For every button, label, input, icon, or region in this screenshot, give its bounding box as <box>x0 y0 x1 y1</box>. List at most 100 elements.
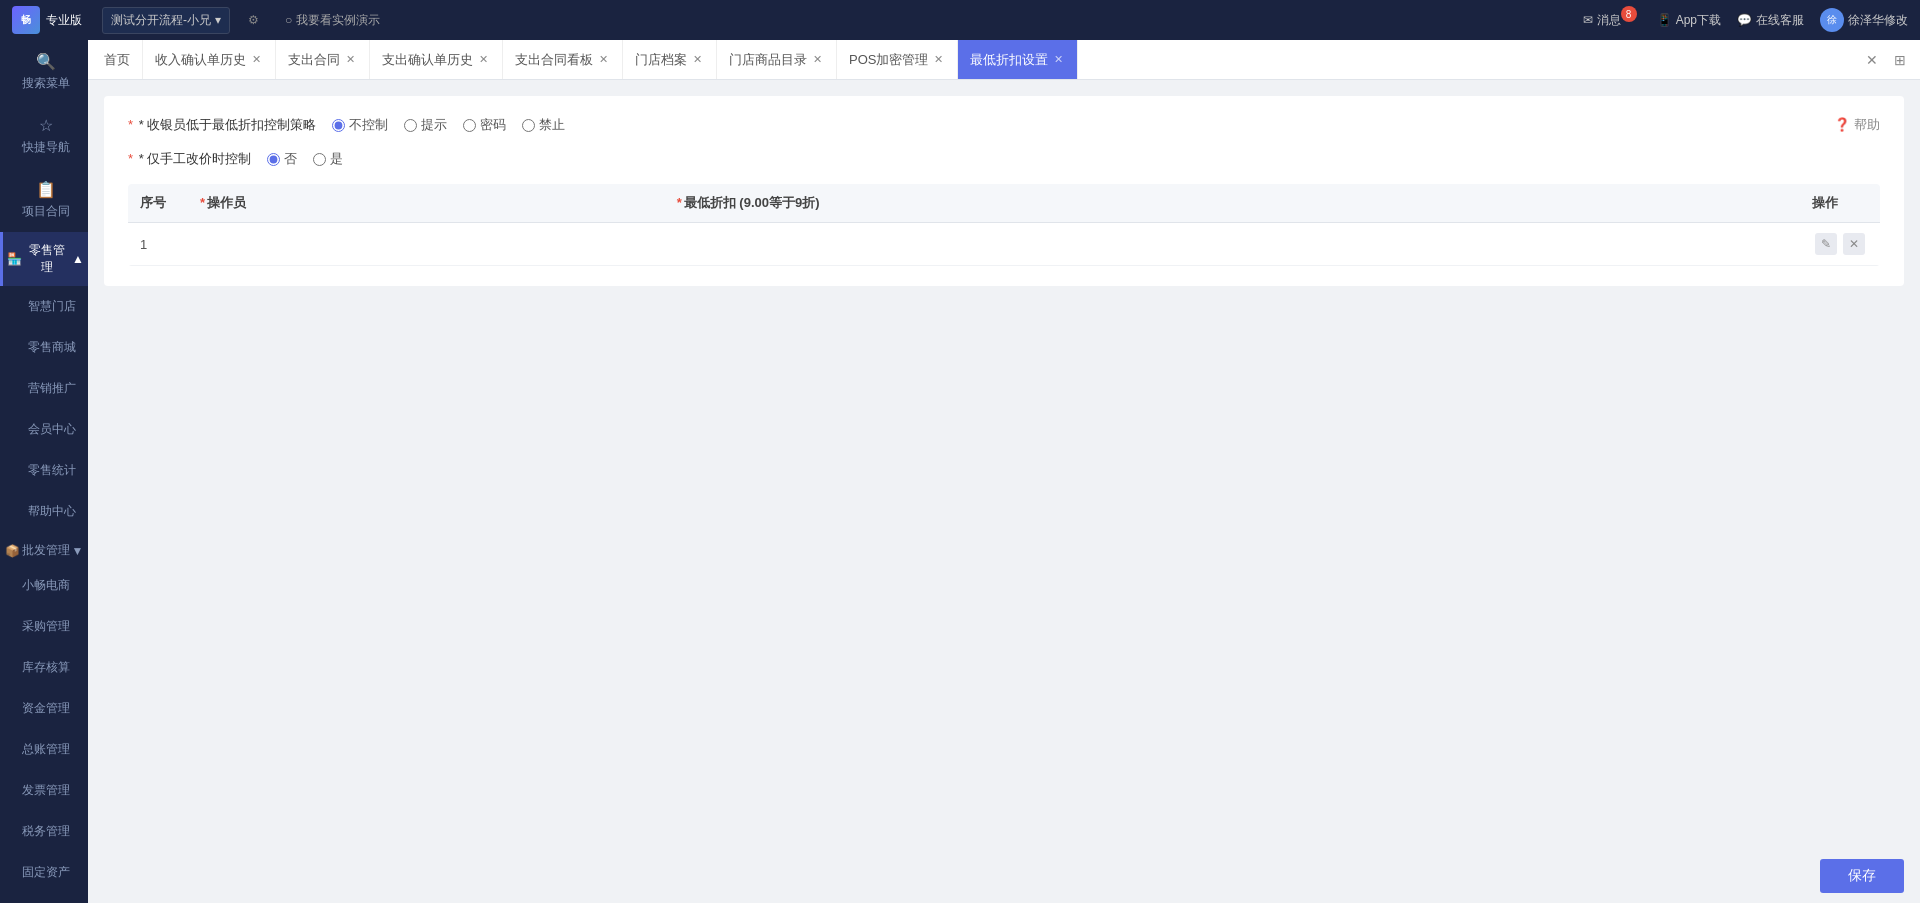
save-button[interactable]: 保存 <box>1820 859 1904 893</box>
demo-icon: ○ <box>285 13 292 27</box>
seq-cell: 1 <box>128 223 188 266</box>
sidebar-item-ecommerce[interactable]: 小畅电商 <box>0 565 88 606</box>
user-profile-btn[interactable]: 徐 徐泽华修改 <box>1820 8 1908 32</box>
help-icon[interactable]: ❓ 帮助 <box>1834 116 1880 134</box>
sidebar-item-invoice[interactable]: 发票管理 <box>0 770 88 811</box>
tab-payment-history[interactable]: 支出确认单历史 ✕ <box>370 40 503 80</box>
sidebar-item-retail-mall[interactable]: 零售商城 <box>0 327 88 368</box>
demo-text: 我要看实例演示 <box>296 12 380 29</box>
download-icon: 📱 <box>1657 13 1672 27</box>
sidebar-item-member-center[interactable]: 会员中心 <box>0 409 88 450</box>
message-badge: 8 <box>1621 6 1637 22</box>
sidebar-item-fixed-assets[interactable]: 固定资产 <box>0 852 88 893</box>
online-service-label: 在线客服 <box>1756 12 1804 29</box>
operator-cell <box>188 223 665 266</box>
app-download-btn[interactable]: 📱 App下载 <box>1657 12 1721 29</box>
sidebar-item-label: 发票管理 <box>22 782 70 799</box>
tab-label: 支出合同看板 <box>515 51 593 69</box>
sidebar-item-label: 批发管理 <box>22 542 70 559</box>
chevron-up-icon: ▲ <box>72 252 84 266</box>
manual-only-label: * * 仅手工改价时控制 <box>128 150 251 168</box>
sidebar-item-salary[interactable]: 工资 <box>0 893 88 903</box>
sidebar-item-wholesale-mgmt[interactable]: 📦 批发管理 ▼ <box>0 532 88 565</box>
messages-btn[interactable]: ✉ 消息 8 <box>1583 12 1641 29</box>
project-dropdown-icon: ▾ <box>215 13 221 27</box>
tab-expand-btn[interactable]: ⊞ <box>1888 48 1912 72</box>
sidebar-item-label: 快捷导航 <box>22 139 70 156</box>
sidebar-item-marketing[interactable]: 营销推广 <box>0 368 88 409</box>
tab-close-icon[interactable]: ✕ <box>597 51 610 68</box>
contract-icon: 📋 <box>36 180 56 199</box>
discount-cell <box>665 223 1800 266</box>
tab-close-icon[interactable]: ✕ <box>250 51 263 68</box>
tab-min-discount[interactable]: 最低折扣设置 ✕ <box>958 40 1078 80</box>
demo-link[interactable]: ○ 我要看实例演示 <box>285 12 380 29</box>
sidebar-item-label: 采购管理 <box>22 618 70 635</box>
topbar-right: ✉ 消息 8 📱 App下载 💬 在线客服 徐 徐泽华修改 <box>1583 8 1908 32</box>
tab-label: 收入确认单历史 <box>155 51 246 69</box>
discount-table: 序号 *操作员 *最低折扣 (9.00等于9折) 操作 <box>128 184 1880 266</box>
project-selector[interactable]: 测试分开流程-小兄 ▾ <box>102 7 230 34</box>
cashier-policy-remind[interactable]: 提示 <box>404 116 447 134</box>
avatar: 徐 <box>1820 8 1844 32</box>
tab-income-history[interactable]: 收入确认单历史 ✕ <box>143 40 276 80</box>
tab-pos-password[interactable]: POS加密管理 ✕ <box>837 40 958 80</box>
cashier-policy-forbidden[interactable]: 禁止 <box>522 116 565 134</box>
tab-close-icon[interactable]: ✕ <box>477 51 490 68</box>
actions-cell: ✎ ✕ <box>1800 223 1880 266</box>
sidebar-item-label: 固定资产 <box>22 864 70 881</box>
manual-only-no[interactable]: 否 <box>267 150 297 168</box>
cashier-policy-no-control[interactable]: 不控制 <box>332 116 388 134</box>
sidebar-item-project-contract[interactable]: 📋 项目合同 <box>0 168 88 232</box>
sidebar-item-label: 营销推广 <box>28 380 76 397</box>
tab-close-all-btn[interactable]: ✕ <box>1860 48 1884 72</box>
page-content: * * 收银员低于最低折扣控制策略 不控制 提示 密码 <box>88 80 1920 849</box>
sidebar-item-smart-store[interactable]: 智慧门店 <box>0 286 88 327</box>
tab-label: 门店档案 <box>635 51 687 69</box>
cashier-policy-password[interactable]: 密码 <box>463 116 506 134</box>
tab-home[interactable]: 首页 <box>92 40 143 80</box>
tab-close-icon[interactable]: ✕ <box>811 51 824 68</box>
online-service-btn[interactable]: 💬 在线客服 <box>1737 12 1804 29</box>
sidebar-item-retail-mgmt[interactable]: 🏪 零售管理 ▲ <box>0 232 88 286</box>
user-name: 徐泽华修改 <box>1848 12 1908 29</box>
delete-row-btn[interactable]: ✕ <box>1843 233 1865 255</box>
required-star: * <box>128 151 133 166</box>
sidebar-item-accounting[interactable]: 总账管理 <box>0 729 88 770</box>
sidebar-item-purchase-mgmt[interactable]: 采购管理 <box>0 606 88 647</box>
sidebar: 🔍 搜索菜单 ☆ 快捷导航 📋 项目合同 🏪 零售管理 ▲ 智慧门店 零售商城 … <box>0 40 88 903</box>
tab-close-icon[interactable]: ✕ <box>932 51 945 68</box>
sidebar-item-label: 项目合同 <box>22 203 70 220</box>
tab-store-catalog[interactable]: 门店商品目录 ✕ <box>717 40 837 80</box>
sidebar-item-label: 总账管理 <box>22 741 70 758</box>
cashier-policy-row: * * 收银员低于最低折扣控制策略 不控制 提示 密码 <box>128 116 1880 134</box>
project-name: 测试分开流程-小兄 <box>111 12 211 29</box>
manual-only-row: * * 仅手工改价时控制 否 是 <box>128 150 1880 168</box>
settings-panel: * * 收银员低于最低折扣控制策略 不控制 提示 密码 <box>104 96 1904 286</box>
tab-store-archive[interactable]: 门店档案 ✕ <box>623 40 717 80</box>
sidebar-item-label: 搜索菜单 <box>22 75 70 92</box>
tab-payment-contract[interactable]: 支出合同 ✕ <box>276 40 370 80</box>
tab-payment-board[interactable]: 支出合同看板 ✕ <box>503 40 623 80</box>
sidebar-item-shortcut[interactable]: ☆ 快捷导航 <box>0 104 88 168</box>
settings-btn[interactable]: ⚙ <box>240 9 267 31</box>
sidebar-item-search[interactable]: 🔍 搜索菜单 <box>0 40 88 104</box>
tab-close-icon[interactable]: ✕ <box>344 51 357 68</box>
sidebar-item-inventory[interactable]: 库存核算 <box>0 647 88 688</box>
sidebar-item-label: 帮助中心 <box>28 503 76 520</box>
sidebar-item-tax[interactable]: 税务管理 <box>0 811 88 852</box>
sidebar-item-label: 零售统计 <box>28 462 76 479</box>
tab-label: 支出合同 <box>288 51 340 69</box>
wholesale-icon: 📦 <box>5 544 20 558</box>
sidebar-item-help-center[interactable]: 帮助中心 <box>0 491 88 532</box>
manual-only-yes[interactable]: 是 <box>313 150 343 168</box>
sidebar-item-retail-stats[interactable]: 零售统计 <box>0 450 88 491</box>
edit-row-btn[interactable]: ✎ <box>1815 233 1837 255</box>
tab-close-icon[interactable]: ✕ <box>691 51 704 68</box>
col-actions-header: 操作 <box>1800 184 1880 223</box>
sidebar-item-finance[interactable]: 资金管理 <box>0 688 88 729</box>
sidebar-item-label: 智慧门店 <box>28 298 76 315</box>
message-label: 消息 <box>1597 12 1621 29</box>
app-download-label: App下载 <box>1676 12 1721 29</box>
tab-close-icon[interactable]: ✕ <box>1052 51 1065 68</box>
